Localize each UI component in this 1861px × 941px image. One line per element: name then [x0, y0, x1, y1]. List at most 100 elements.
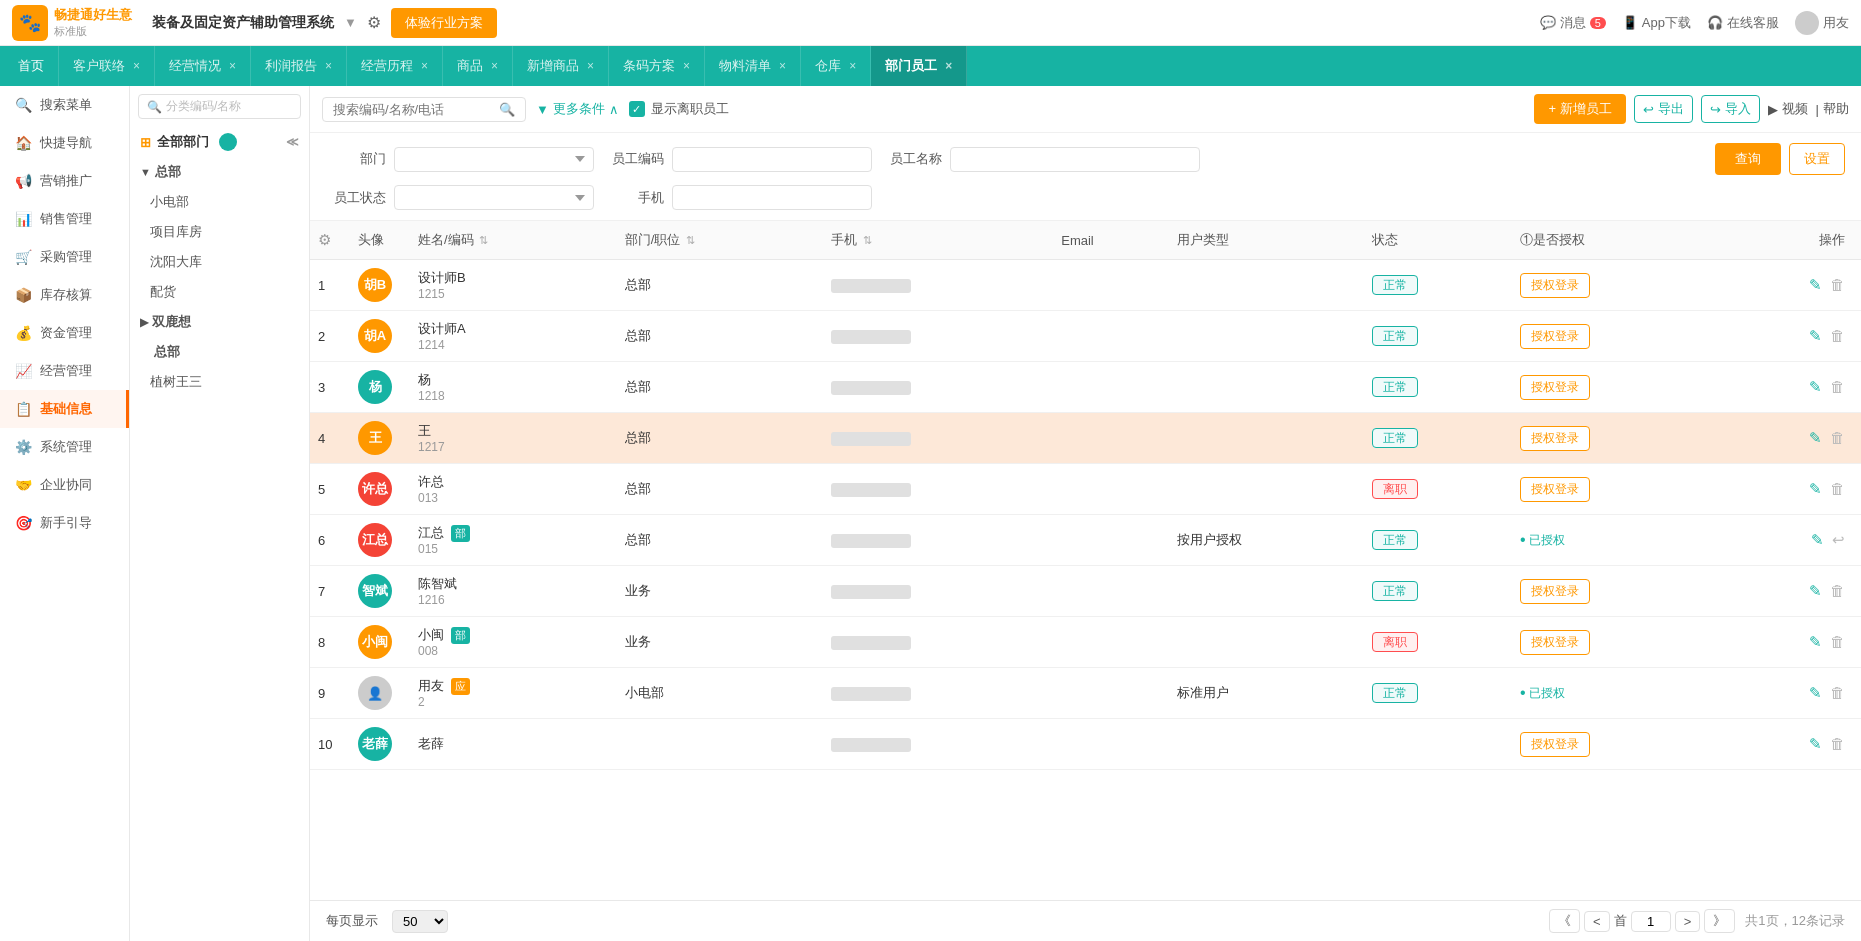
auth-button[interactable]: 授权登录	[1520, 273, 1590, 298]
edit-button[interactable]: ✎	[1809, 684, 1822, 701]
delete-button[interactable]: 🗑	[1830, 429, 1845, 446]
delete-button[interactable]: 🗑	[1830, 480, 1845, 497]
close-tab-biz-history[interactable]: ×	[421, 59, 428, 73]
edit-button[interactable]: ✎	[1809, 582, 1822, 599]
delete-button[interactable]: 🗑	[1830, 633, 1845, 650]
first-page-btn[interactable]: 《	[1549, 909, 1580, 933]
per-page-select[interactable]: 50 20 100	[392, 910, 448, 933]
close-tab-employees[interactable]: ×	[945, 59, 952, 73]
tab-profit[interactable]: 利润报告 ×	[251, 46, 347, 86]
delete-button[interactable]: 🗑	[1830, 378, 1845, 395]
sidebar-item-search[interactable]: 🔍 搜索菜单	[0, 86, 129, 124]
tab-barcode[interactable]: 条码方案 ×	[609, 46, 705, 86]
tab-biz-history[interactable]: 经营历程 ×	[347, 46, 443, 86]
close-tab-goods[interactable]: ×	[491, 59, 498, 73]
settings-button[interactable]: 设置	[1789, 143, 1845, 175]
col-phone[interactable]: 手机 ⇅	[823, 221, 1053, 260]
tab-customer[interactable]: 客户联络 ×	[59, 46, 155, 86]
auth-button[interactable]: 授权登录	[1520, 375, 1590, 400]
sidebar-item-marketing[interactable]: 📢 营销推广	[0, 162, 129, 200]
sidebar-item-purchase[interactable]: 🛒 采购管理	[0, 238, 129, 276]
tab-warehouse[interactable]: 仓库 ×	[801, 46, 871, 86]
message-btn[interactable]: 💬 消息 5	[1540, 14, 1606, 32]
sidebar-item-mgmt[interactable]: 📈 经营管理	[0, 352, 129, 390]
dept-search-input[interactable]: 🔍 分类编码/名称	[138, 94, 301, 119]
close-tab-operations[interactable]: ×	[229, 59, 236, 73]
close-tab-customer[interactable]: ×	[133, 59, 140, 73]
emp-code-input[interactable]	[672, 147, 872, 172]
auth-button[interactable]: 授权登录	[1520, 477, 1590, 502]
auth-button[interactable]: 授权登录	[1520, 732, 1590, 757]
tab-bom[interactable]: 物料清单 ×	[705, 46, 801, 86]
dept-group-shuanglu[interactable]: ▶ 双鹿想	[130, 307, 309, 337]
close-tab-profit[interactable]: ×	[325, 59, 332, 73]
video-button[interactable]: ▶ 视频	[1768, 100, 1808, 118]
col-dept[interactable]: 部门/职位 ⇅	[617, 221, 824, 260]
sidebar-item-collab[interactable]: 🤝 企业协同	[0, 466, 129, 504]
sort-dept-icon[interactable]: ⇅	[686, 234, 695, 246]
app-download-btn[interactable]: 📱 App下载	[1622, 14, 1691, 32]
dept-item-project[interactable]: 项目库房	[130, 217, 309, 247]
sidebar-item-guide[interactable]: 🎯 新手引导	[0, 504, 129, 542]
edit-button[interactable]: ✎	[1809, 735, 1822, 752]
help-button[interactable]: | 帮助	[1816, 100, 1849, 118]
trial-button[interactable]: 体验行业方案	[391, 8, 497, 38]
delete-button[interactable]: 🗑	[1830, 582, 1845, 599]
dept-select[interactable]	[394, 147, 594, 172]
emp-name-input[interactable]	[950, 147, 1200, 172]
prev-page-btn[interactable]: <	[1584, 911, 1610, 932]
add-employee-button[interactable]: + 新增员工	[1534, 94, 1625, 124]
dept-item-small-electric[interactable]: 小电部	[130, 187, 309, 217]
auth-button[interactable]: 授权登录	[1520, 324, 1590, 349]
user-btn[interactable]: 用友	[1795, 11, 1849, 35]
close-tab-warehouse[interactable]: ×	[849, 59, 856, 73]
tab-add-goods[interactable]: 新增商品 ×	[513, 46, 609, 86]
tab-operations[interactable]: 经营情况 ×	[155, 46, 251, 86]
search-input[interactable]	[333, 102, 493, 117]
tab-goods[interactable]: 商品 ×	[443, 46, 513, 86]
dept-item-planting[interactable]: 植树王三	[130, 367, 309, 397]
delete-button[interactable]: 🗑	[1830, 276, 1845, 293]
sidebar-item-finance[interactable]: 💰 资金管理	[0, 314, 129, 352]
sidebar-item-basic[interactable]: 📋 基础信息	[0, 390, 129, 428]
edit-button[interactable]: ✎	[1809, 327, 1822, 344]
edit-button[interactable]: ✎	[1809, 633, 1822, 650]
dept-group-general[interactable]: ▼ 总部	[130, 157, 309, 187]
phone-input[interactable]	[672, 185, 872, 210]
edit-button[interactable]: ✎	[1809, 276, 1822, 293]
auth-button[interactable]: 授权登录	[1520, 630, 1590, 655]
close-tab-barcode[interactable]: ×	[683, 59, 690, 73]
dept-collapse-btn[interactable]: ≪	[286, 135, 299, 149]
last-page-btn[interactable]: 》	[1704, 909, 1735, 933]
table-settings-icon[interactable]: ⚙	[318, 231, 331, 248]
dropdown-arrow-icon[interactable]: ▼	[344, 15, 357, 30]
page-input[interactable]	[1631, 911, 1671, 932]
import-button[interactable]: ↪ 导入	[1701, 95, 1760, 123]
status-select[interactable]	[394, 185, 594, 210]
sidebar-item-nav[interactable]: 🏠 快捷导航	[0, 124, 129, 162]
sidebar-item-inventory[interactable]: 📦 库存核算	[0, 276, 129, 314]
col-name[interactable]: 姓名/编码 ⇅	[410, 221, 617, 260]
tab-employees[interactable]: 部门员工 ×	[871, 46, 967, 86]
next-page-btn[interactable]: >	[1675, 911, 1701, 932]
close-tab-add-goods[interactable]: ×	[587, 59, 594, 73]
sidebar-item-sales[interactable]: 📊 销售管理	[0, 200, 129, 238]
search-input-wrap[interactable]: 🔍	[322, 97, 526, 122]
close-tab-bom[interactable]: ×	[779, 59, 786, 73]
edit-button[interactable]: ✎	[1809, 378, 1822, 395]
sort-name-icon[interactable]: ⇅	[479, 234, 488, 246]
edit-button[interactable]: ✎	[1811, 531, 1824, 548]
dept-all-label[interactable]: ⊞ 全部部门 ≪	[130, 127, 309, 157]
dept-item-shenyang[interactable]: 沈阳大库	[130, 247, 309, 277]
export-button[interactable]: ↩ 导出	[1634, 95, 1693, 123]
auth-button[interactable]: 授权登录	[1520, 426, 1590, 451]
delete-button[interactable]: 🗑	[1830, 327, 1845, 344]
delete-button[interactable]: 🗑	[1830, 735, 1845, 752]
edit-button[interactable]: ✎	[1809, 480, 1822, 497]
dept-group-general2[interactable]: 总部	[130, 337, 309, 367]
delete-button[interactable]: 🗑	[1830, 684, 1845, 701]
delete-button[interactable]: ↩	[1832, 531, 1845, 548]
dept-item-distribution[interactable]: 配货	[130, 277, 309, 307]
more-conditions-btn[interactable]: ▼ 更多条件 ∧	[536, 100, 619, 118]
show-inactive-checkbox[interactable]: ✓ 显示离职员工	[629, 100, 729, 118]
